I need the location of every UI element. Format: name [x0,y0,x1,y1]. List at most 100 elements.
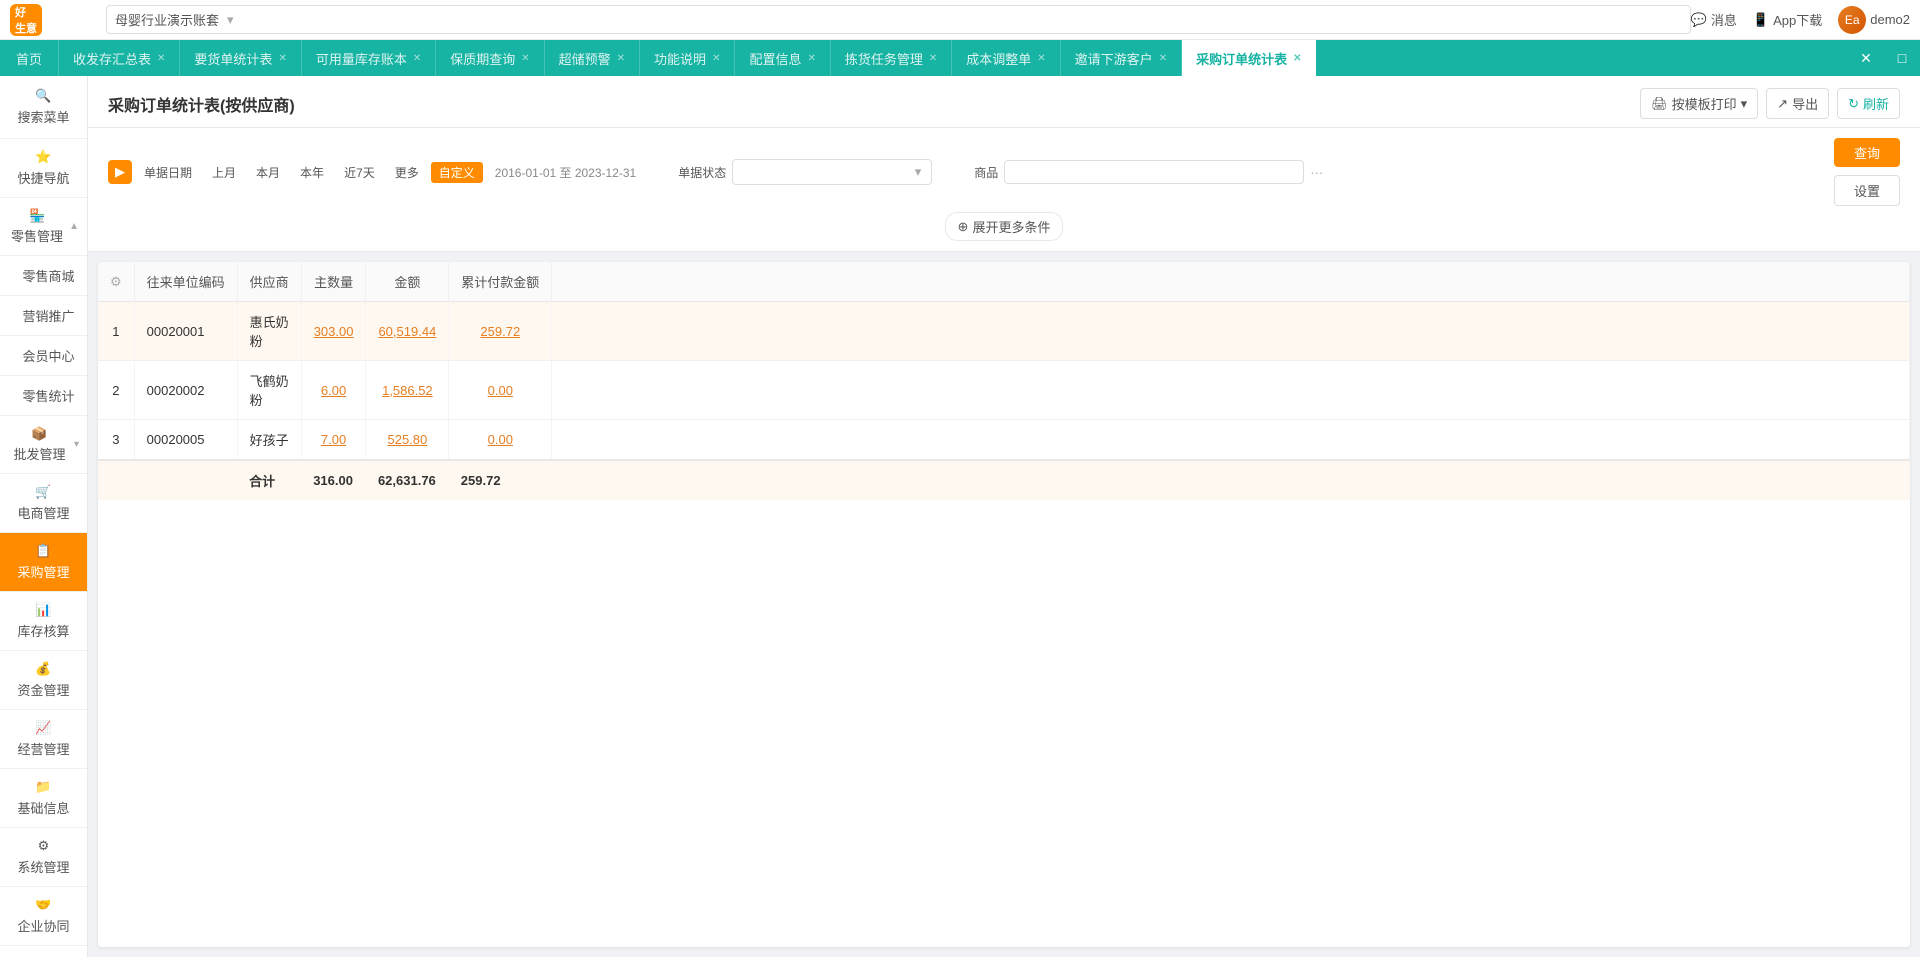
search-menu-btn[interactable]: 🔍 搜索菜单 [6,84,81,130]
product-more-icon[interactable]: ··· [1310,165,1323,180]
refresh-label: 刷新 [1863,94,1889,113]
sidebar-item-ecommerce[interactable]: 🛒 电商管理 [0,474,87,533]
shortcut-7days[interactable]: 近7天 [336,162,383,183]
tab-peizhi-close[interactable]: ✕ [807,53,815,64]
footer-extra [552,460,1910,500]
tab-peizhi[interactable]: 配置信息 ✕ [735,40,830,76]
col-settings[interactable]: ⚙ [98,262,134,302]
sidebar-item-wholesale[interactable]: 📦 批发管理 ▾ [0,416,87,474]
tab-shoufacun[interactable]: 收发存汇总表 ✕ [59,40,180,76]
row3-index: 3 [98,420,134,461]
shortcut-more[interactable]: 更多 [387,162,427,183]
avatar: Ea [1838,6,1866,34]
sidebar-item-purchase[interactable]: 📋 采购管理 [0,533,87,592]
tab-gongneng-label: 功能说明 [654,49,706,68]
basic-icon: 📁 [35,779,51,795]
filter-toggle-btn[interactable]: ▶ [108,160,132,184]
row1-paid[interactable]: 259.72 [449,302,552,361]
sidebar-item-retail-shop[interactable]: 零售商城 [0,256,87,296]
tab-chengben[interactable]: 成本调整单 ✕ [952,40,1060,76]
tab-jianhuo-close[interactable]: ✕ [929,53,937,64]
row2-amount[interactable]: 1,586.52 [366,361,449,420]
user-avatar-area[interactable]: Ea demo2 [1838,6,1910,34]
tab-chaochuyujing-close[interactable]: ✕ [617,53,625,64]
tab-yaoqing[interactable]: 邀请下游客户 ✕ [1061,40,1182,76]
row3-qty[interactable]: 7.00 [301,420,366,461]
custom-date-tag[interactable]: 自定义 [431,162,483,183]
tab-caigou-stats[interactable]: 采购订单统计表 ✕ [1182,40,1316,76]
row2-paid[interactable]: 0.00 [449,361,552,420]
filter-second-row: ⊕ 展开更多条件 [108,212,1900,241]
export-btn[interactable]: ↗ 导出 [1766,88,1829,119]
sidebar-item-inventory[interactable]: 📊 库存核算 [0,592,87,651]
tab-chengben-close[interactable]: ✕ [1037,53,1045,64]
quicknav-label: 快捷导航 [17,168,69,187]
tab-yaohuo-close[interactable]: ✕ [278,53,286,64]
footer-empty2 [134,460,237,500]
tab-home[interactable]: 首页 [0,40,59,76]
top-bar: 好生意 母婴行业演示账套 ▾ 💬 消息 📱 App下载 Ea demo2 [0,0,1920,40]
printer-icon: 🖨 [1651,96,1668,112]
shortcut-this-year[interactable]: 本年 [292,162,332,183]
tab-chaochuyujing[interactable]: 超储预警 ✕ [545,40,640,76]
app-download-btn[interactable]: 📱 App下载 [1753,10,1822,29]
sidebar-item-operations[interactable]: 📈 经营管理 [0,710,87,769]
member-label: 会员中心 [22,346,74,365]
sidebar-item-newguide[interactable]: 🎯 新手引导 [0,946,87,957]
user-name: demo2 [1870,12,1910,27]
tab-shoufacun-close[interactable]: ✕ [157,53,165,64]
tab-keyongliang[interactable]: 可用量库存账本 ✕ [302,40,436,76]
expand-more-btn[interactable]: ⊕ 展开更多条件 [945,212,1064,241]
content-area: 采购订单统计表(按供应商) 🖨 按模板打印 ▾ ↗ 导出 ↻ 刷新 [88,76,1920,957]
status-select[interactable]: ▾ [732,159,932,185]
product-input[interactable] [1004,160,1304,184]
tab-baozhiqi-close[interactable]: ✕ [521,53,529,64]
sidebar-item-quicknav[interactable]: ⭐ 快捷导航 [0,139,87,198]
inventory-label: 库存核算 [17,621,69,640]
sidebar-item-marketing[interactable]: 营销推广 [0,296,87,336]
sidebar-item-system[interactable]: ⚙ 系统管理 [0,828,87,887]
table-row: 3 00020005 好孩子 7.00 525.80 0.00 [98,420,1910,461]
product-filter: 商品 ··· [974,160,1822,184]
row2-qty[interactable]: 6.00 [301,361,366,420]
marketing-label: 营销推广 [22,306,74,325]
sidebar-item-enterprise[interactable]: 🤝 企业协同 [0,887,87,946]
template-print-btn[interactable]: 🖨 按模板打印 ▾ [1640,88,1758,119]
sidebar-item-member[interactable]: 会员中心 [0,336,87,376]
tab-baozhiqi[interactable]: 保质期查询 ✕ [436,40,544,76]
sidebar-item-basic[interactable]: 📁 基础信息 [0,769,87,828]
workspace-selector[interactable]: 母婴行业演示账套 ▾ [106,5,1691,34]
row3-paid[interactable]: 0.00 [449,420,552,461]
query-btn[interactable]: 查询 [1834,138,1900,167]
row1-amount[interactable]: 60,519.44 [366,302,449,361]
message-btn[interactable]: 💬 消息 [1691,10,1737,29]
tab-yaoqing-close[interactable]: ✕ [1159,53,1167,64]
sidebar-item-retail[interactable]: 🏪 零售管理 ▲ [0,198,87,256]
sidebar-search-area: 🔍 搜索菜单 [0,76,87,139]
tab-expand-action[interactable]: □ [1884,40,1920,76]
tab-peizhi-label: 配置信息 [749,49,801,68]
tab-shoufacun-label: 收发存汇总表 [73,49,151,68]
tab-jianhuo[interactable]: 拣货任务管理 ✕ [831,40,952,76]
retail-icon: 🏪 [29,208,45,224]
sidebar-item-finance[interactable]: 💰 资金管理 [0,651,87,710]
tab-gongneng-close[interactable]: ✕ [712,53,720,64]
shortcut-this-month[interactable]: 本月 [248,162,288,183]
row1-qty[interactable]: 303.00 [301,302,366,361]
tab-close-action[interactable]: ✕ [1848,40,1884,76]
shortcut-last-month[interactable]: 上月 [204,162,244,183]
expand-more-label: 展开更多条件 [972,217,1050,236]
quicknav-icon: ⭐ [35,149,51,165]
tab-yaohuo[interactable]: 要货单统计表 ✕ [180,40,301,76]
tab-gongneng[interactable]: 功能说明 ✕ [640,40,735,76]
row2-supplier: 飞鹤奶粉 [237,361,301,420]
tab-caigou-stats-close[interactable]: ✕ [1293,53,1301,64]
tab-chengben-label: 成本调整单 [966,49,1031,68]
row3-amount[interactable]: 525.80 [366,420,449,461]
tab-keyongliang-close[interactable]: ✕ [413,53,421,64]
sidebar-item-retail-stats[interactable]: 零售统计 [0,376,87,416]
refresh-btn[interactable]: ↻ 刷新 [1837,88,1900,119]
settings-btn[interactable]: 设置 [1834,175,1900,206]
product-filter-label: 商品 [974,164,998,181]
system-icon: ⚙ [38,838,50,854]
